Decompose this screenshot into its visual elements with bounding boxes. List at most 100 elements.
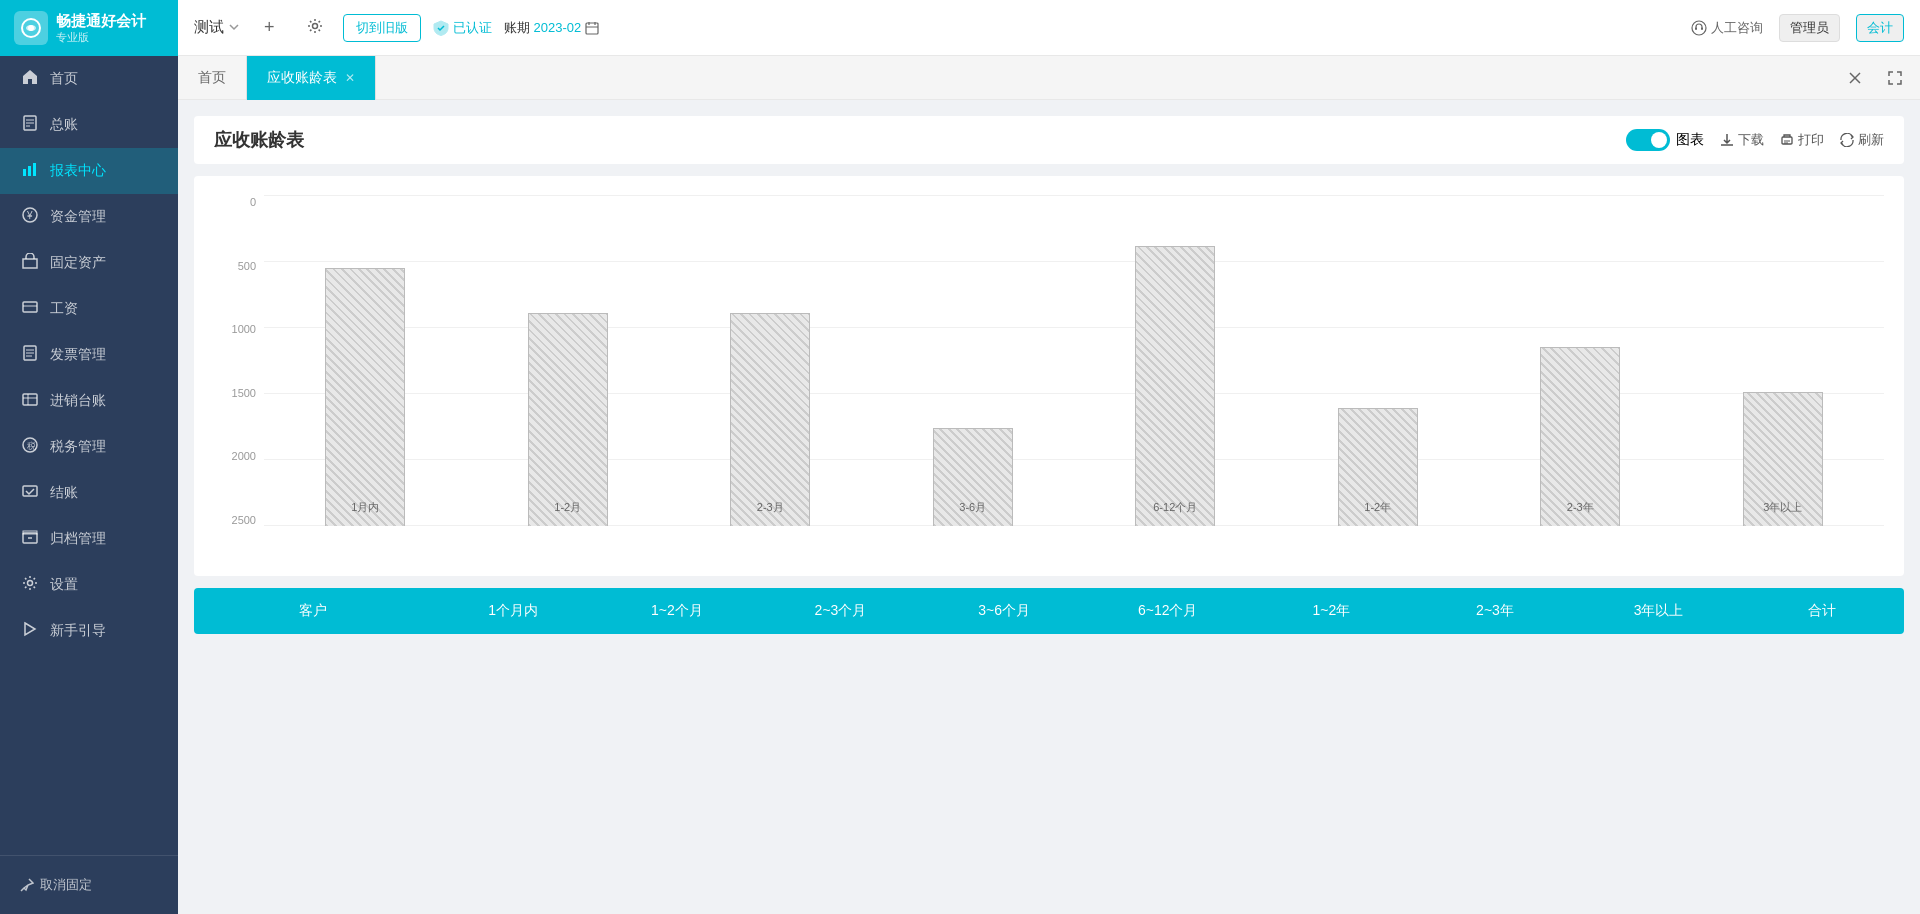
sidebar-item-label: 总账 [50,116,78,134]
sidebar-item-label: 进销台账 [50,392,106,410]
sidebar-item-invoice[interactable]: 发票管理 [0,332,178,378]
sidebar-item-label: 工资 [50,300,78,318]
calendar-icon[interactable] [585,21,599,35]
sidebar-item-label: 结账 [50,484,78,502]
th-3: 2~3个月 [759,588,923,634]
chart-toggle[interactable] [1626,129,1670,151]
sidebar-item-label: 固定资产 [50,254,106,272]
purchase-icon [20,391,40,411]
download-icon [1720,133,1734,147]
bar-0[interactable] [325,268,405,526]
pin-label: 取消固定 [40,876,92,894]
svg-text:税: 税 [27,441,36,451]
sidebar-item-capital[interactable]: ¥ 资金管理 [0,194,178,240]
th-9: 合计 [1740,588,1904,634]
bar-4[interactable] [1135,246,1215,526]
svg-point-34 [1692,21,1706,35]
page-title: 应收账龄表 [214,128,304,152]
sidebar-item-label: 新手引导 [50,622,106,640]
sidebar-item-salary[interactable]: 工资 [0,286,178,332]
sidebar-item-assets[interactable]: 固定资产 [0,240,178,286]
tab-home-label: 首页 [198,69,226,87]
invoice-icon [20,345,40,365]
svg-rect-36 [1701,27,1703,30]
role-button[interactable]: 会计 [1856,14,1904,42]
verified-status: 已认证 [433,19,492,37]
pin-icon [20,878,34,892]
workspace-name: 测试 [194,18,224,37]
chart-inner: 1月内1-2月2-3月3-6月6-12个月1-2年2-3年3年以上 [264,196,1884,526]
content-area: 应收账龄表 图表 下载 打印 刷新 [178,100,1920,914]
settle-icon [20,483,40,503]
tab-close-icon[interactable]: ✕ [345,71,355,85]
x-label-4: 6-12个月 [1153,500,1197,515]
sidebar-item-archive[interactable]: 归档管理 [0,516,178,562]
table-wrap: 客户1个月内1~2个月2~3个月3~6个月6~12个月1~2年2~3年3年以上合… [194,588,1904,634]
tab-ar-aging[interactable]: 应收账龄表 ✕ [247,56,376,100]
close-button[interactable] [1840,63,1870,93]
gear-icon [307,18,323,34]
svg-marker-28 [25,623,35,635]
svg-rect-11 [23,259,37,268]
chart-toggle-label: 图表 [1676,131,1704,149]
bar-1[interactable] [528,313,608,526]
bar-2[interactable] [730,313,810,526]
th-1: 1个月内 [431,588,595,634]
th-2: 1~2个月 [595,588,759,634]
guide-icon [20,621,40,641]
download-button[interactable]: 下载 [1720,131,1764,149]
chart-toggle-wrap: 图表 [1626,129,1704,151]
bar-group-7 [1682,196,1885,526]
y-label-1000: 1000 [232,323,256,335]
svg-rect-23 [23,486,37,496]
sidebar-item-tax[interactable]: 税 税务管理 [0,424,178,470]
user-button[interactable]: 管理员 [1779,14,1840,42]
sidebar-bottom: 取消固定 [0,855,178,914]
tab-ar-aging-label: 应收账龄表 [267,69,337,87]
switch-version-button[interactable]: 切到旧版 [343,14,421,42]
tabbar: 首页 应收账龄表 ✕ [178,56,1920,100]
sidebar-item-guide[interactable]: 新手引导 [0,608,178,654]
sidebar-item-home[interactable]: 首页 [0,56,178,102]
period-value: 2023-02 [534,20,582,35]
x-label-2: 2-3月 [757,500,784,515]
sidebar-item-purchase[interactable]: 进销台账 [0,378,178,424]
help-button[interactable]: 人工咨询 [1691,19,1763,37]
bar-group-3 [872,196,1075,526]
y-label-2000: 2000 [232,450,256,462]
sidebar-item-ledger[interactable]: 总账 [0,102,178,148]
settings-icon [20,575,40,595]
bar-group-4 [1074,196,1277,526]
svg-rect-30 [586,23,598,34]
sidebar-item-reports[interactable]: 报表中心 [0,148,178,194]
print-button[interactable]: 打印 [1780,131,1824,149]
sidebar-item-settings[interactable]: 设置 [0,562,178,608]
settings-button[interactable] [295,14,335,41]
pin-button[interactable]: 取消固定 [0,866,178,904]
print-label: 打印 [1798,131,1824,149]
x-label-3: 3-6月 [959,500,986,515]
sidebar-item-label: 归档管理 [50,530,106,548]
period-label: 账期 [504,19,530,37]
tab-home[interactable]: 首页 [178,56,247,100]
ledger-icon [20,115,40,135]
x-label-1: 1-2月 [554,500,581,515]
topbar: 测试 + 切到旧版 已认证 账期 2023-02 人工咨询 管理员 [178,0,1920,56]
expand-button[interactable] [1880,63,1910,93]
help-label: 人工咨询 [1711,19,1763,37]
workspace-selector[interactable]: 测试 [194,18,240,37]
bar-group-5 [1277,196,1480,526]
refresh-button[interactable]: 刷新 [1840,131,1884,149]
verified-icon [433,20,449,36]
add-button[interactable]: + [252,13,287,42]
sidebar-item-settle[interactable]: 结账 [0,470,178,516]
sidebar: 畅捷通好会计 专业版 首页 总账 报表中心 ¥ 资金管理 [0,0,178,914]
y-label-500: 500 [238,260,256,272]
th-5: 6~12个月 [1086,588,1250,634]
refresh-icon [1840,133,1854,147]
bar-group-0 [264,196,467,526]
y-label-0: 0 [250,196,256,208]
th-8: 3年以上 [1577,588,1741,634]
svg-text:¥: ¥ [26,210,33,221]
app-logo-icon [14,11,48,45]
